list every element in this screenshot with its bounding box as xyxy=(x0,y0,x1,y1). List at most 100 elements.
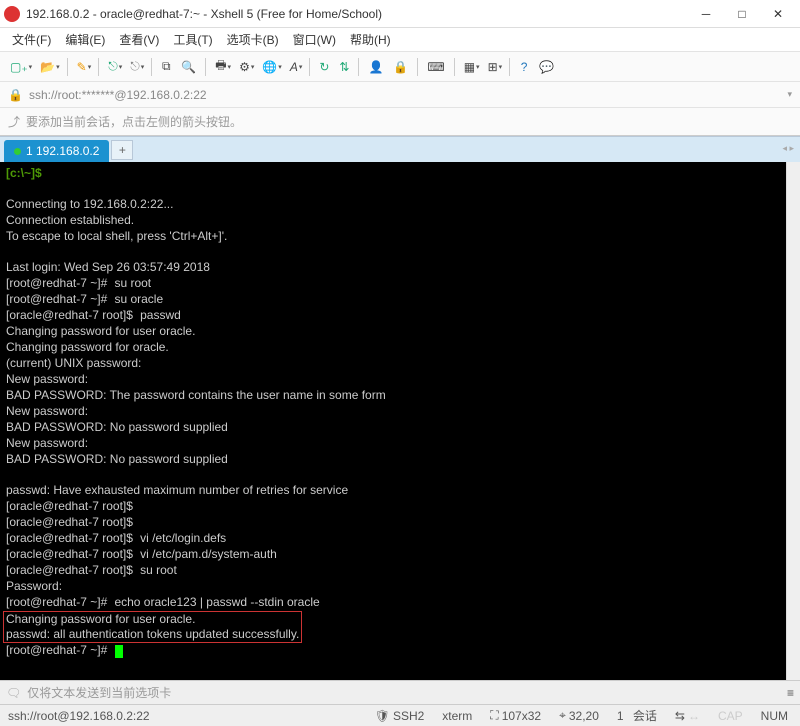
status-sessions: 1 会话 xyxy=(613,707,661,724)
chevron-down-icon: ▾ xyxy=(251,63,255,71)
sync-button[interactable]: ↻ xyxy=(315,56,333,78)
scrollbar[interactable] xyxy=(786,162,800,680)
separator xyxy=(454,58,455,76)
separator xyxy=(98,58,99,76)
menu-edit[interactable]: 编辑(E) xyxy=(59,29,111,50)
tile-button[interactable]: ⊞▾ xyxy=(484,56,505,78)
tile-icon: ⊞ xyxy=(488,60,498,74)
title-bar: 192.168.0.2 - oracle@redhat-7:~ - Xshell… xyxy=(0,0,800,28)
separator xyxy=(205,58,206,76)
hint-text: 要添加当前会话，点击左侧的箭头按钮。 xyxy=(26,113,242,130)
highlighted-output: Changing password for user oracle. passw… xyxy=(3,611,302,643)
lock-icon: 🔒 xyxy=(393,60,408,74)
tab-label: 1 192.168.0.2 xyxy=(26,144,99,158)
printer-icon: 🖶 xyxy=(215,56,226,77)
new-button[interactable]: ▢₊▾ xyxy=(6,56,34,78)
new-icon: ▢₊ xyxy=(10,60,28,74)
help-icon: ? xyxy=(521,60,528,74)
chevron-down-icon: ▾ xyxy=(29,63,33,71)
properties-button[interactable]: ⚙▾ xyxy=(235,56,256,78)
status-cursor: ⌖32,20 xyxy=(555,708,603,723)
font-button[interactable]: A▾ xyxy=(286,56,305,78)
tab-strip: 1 192.168.0.2 + ◂ ▸ xyxy=(0,136,800,162)
terminal[interactable]: [c:\~]$ Connecting to 192.168.0.2:22... … xyxy=(0,162,786,680)
chat-icon: 💬 xyxy=(539,60,554,74)
add-session-arrow-icon[interactable]: ⤴ xyxy=(8,113,20,130)
disconnect-icon: ⎋ xyxy=(130,59,140,74)
transfer-button[interactable]: ⇅ xyxy=(335,56,353,78)
copy-button[interactable]: ⧉ xyxy=(157,56,175,78)
hamburger-icon[interactable]: ≡ xyxy=(787,686,794,700)
status-num: NUM xyxy=(757,709,792,723)
user-button[interactable]: 👤 xyxy=(364,56,387,78)
window-title: 192.168.0.2 - oracle@redhat-7:~ - Xshell… xyxy=(26,7,688,21)
status-dot-icon xyxy=(14,148,21,155)
session-tab-active[interactable]: 1 192.168.0.2 xyxy=(4,140,109,162)
lock-button[interactable]: 🔒 xyxy=(389,56,412,78)
shield-icon: 🛡 xyxy=(375,709,390,723)
separator xyxy=(509,58,510,76)
tab-nav[interactable]: ◂ ▸ xyxy=(782,143,794,154)
toolbar: ▢₊▾ 📂▾ ✎▾ ⎋▾ ⎋▾ ⧉ 🔍 🖶▾ ⚙▾ 🌐▾ A▾ ↻ ⇅ 👤 🔒 … xyxy=(0,52,800,82)
status-connection: ssh://root@192.168.0.2:22 xyxy=(8,709,361,723)
address-bar[interactable]: 🔒 ssh://root:*******@192.168.0.2:22 ▾ xyxy=(0,82,800,108)
properties-icon: ⚙ xyxy=(239,60,250,74)
separator xyxy=(309,58,310,76)
menu-tools[interactable]: 工具(T) xyxy=(167,29,218,50)
cursor-pos-icon: ⌖ xyxy=(559,708,566,723)
search-icon: 🔍 xyxy=(181,60,196,74)
plus-icon: + xyxy=(119,143,126,157)
font-icon: A xyxy=(290,60,298,74)
transfer-icon: ⇅ xyxy=(339,60,349,74)
highlight-button[interactable]: ✎▾ xyxy=(73,56,94,78)
chevron-down-icon: ▾ xyxy=(499,63,503,71)
status-nav[interactable]: ⇆↔ xyxy=(671,709,704,723)
speaker-icon: 🗨 xyxy=(6,686,21,700)
status-cap: CAP xyxy=(714,709,747,723)
copy-icon: ⧉ xyxy=(162,59,171,74)
keyboard-button[interactable]: ⌨ xyxy=(423,56,448,78)
folder-open-icon: 📂 xyxy=(40,60,55,74)
search-button[interactable]: 🔍 xyxy=(177,56,200,78)
app-icon xyxy=(4,6,20,22)
menu-file[interactable]: 文件(F) xyxy=(6,29,57,50)
status-bar: ssh://root@192.168.0.2:22 🛡SSH2 xterm ⛶1… xyxy=(0,704,800,726)
menu-window[interactable]: 窗口(W) xyxy=(287,29,342,50)
help-button[interactable]: ? xyxy=(515,56,533,78)
separator xyxy=(67,58,68,76)
chevron-down-icon: ▾ xyxy=(228,63,232,71)
menu-tabs[interactable]: 选项卡(B) xyxy=(221,29,285,50)
separator xyxy=(417,58,418,76)
command-bar[interactable]: 🗨 仅将文本发送到当前选项卡 ≡ xyxy=(0,680,800,704)
web-button[interactable]: 🌐▾ xyxy=(258,56,283,78)
chevron-down-icon: ▾ xyxy=(278,63,282,71)
disconnect-button[interactable]: ⎋▾ xyxy=(126,56,146,78)
add-tab-button[interactable]: + xyxy=(111,140,133,160)
minimize-button[interactable]: ─ xyxy=(688,2,724,26)
hint-bar: ⤴ 要添加当前会话，点击左侧的箭头按钮。 xyxy=(0,108,800,136)
menu-view[interactable]: 查看(V) xyxy=(113,29,165,50)
maximize-button[interactable]: □ xyxy=(724,2,760,26)
address-text: ssh://root:*******@192.168.0.2:22 xyxy=(29,88,782,102)
status-proto: 🛡SSH2 xyxy=(371,709,429,723)
terminal-content: [c:\~]$ Connecting to 192.168.0.2:22... … xyxy=(6,166,780,659)
plug-icon: ⎋ xyxy=(108,59,118,74)
cursor xyxy=(115,645,123,658)
print-button[interactable]: 🖶▾ xyxy=(211,56,233,78)
menu-help[interactable]: 帮助(H) xyxy=(344,29,397,50)
chevron-down-icon: ▾ xyxy=(299,63,303,71)
chevron-down-icon: ▾ xyxy=(88,63,92,71)
chevron-down-icon: ▾ xyxy=(141,63,145,71)
keyboard-icon: ⌨ xyxy=(427,60,444,74)
open-button[interactable]: 📂▾ xyxy=(36,56,61,78)
chat-button[interactable]: 💬 xyxy=(535,56,558,78)
arrows-icon: ⇆ xyxy=(675,709,685,723)
user-icon: 👤 xyxy=(368,60,383,74)
chevron-down-icon: ▾ xyxy=(119,63,123,71)
chevron-down-icon[interactable]: ▾ xyxy=(787,89,792,100)
globe-icon: 🌐 xyxy=(262,60,277,74)
close-button[interactable]: ✕ xyxy=(760,2,796,26)
reconnect-button[interactable]: ⎋▾ xyxy=(104,56,124,78)
layout-button[interactable]: ▦▾ xyxy=(460,56,482,78)
chevron-down-icon: ▾ xyxy=(56,63,60,71)
